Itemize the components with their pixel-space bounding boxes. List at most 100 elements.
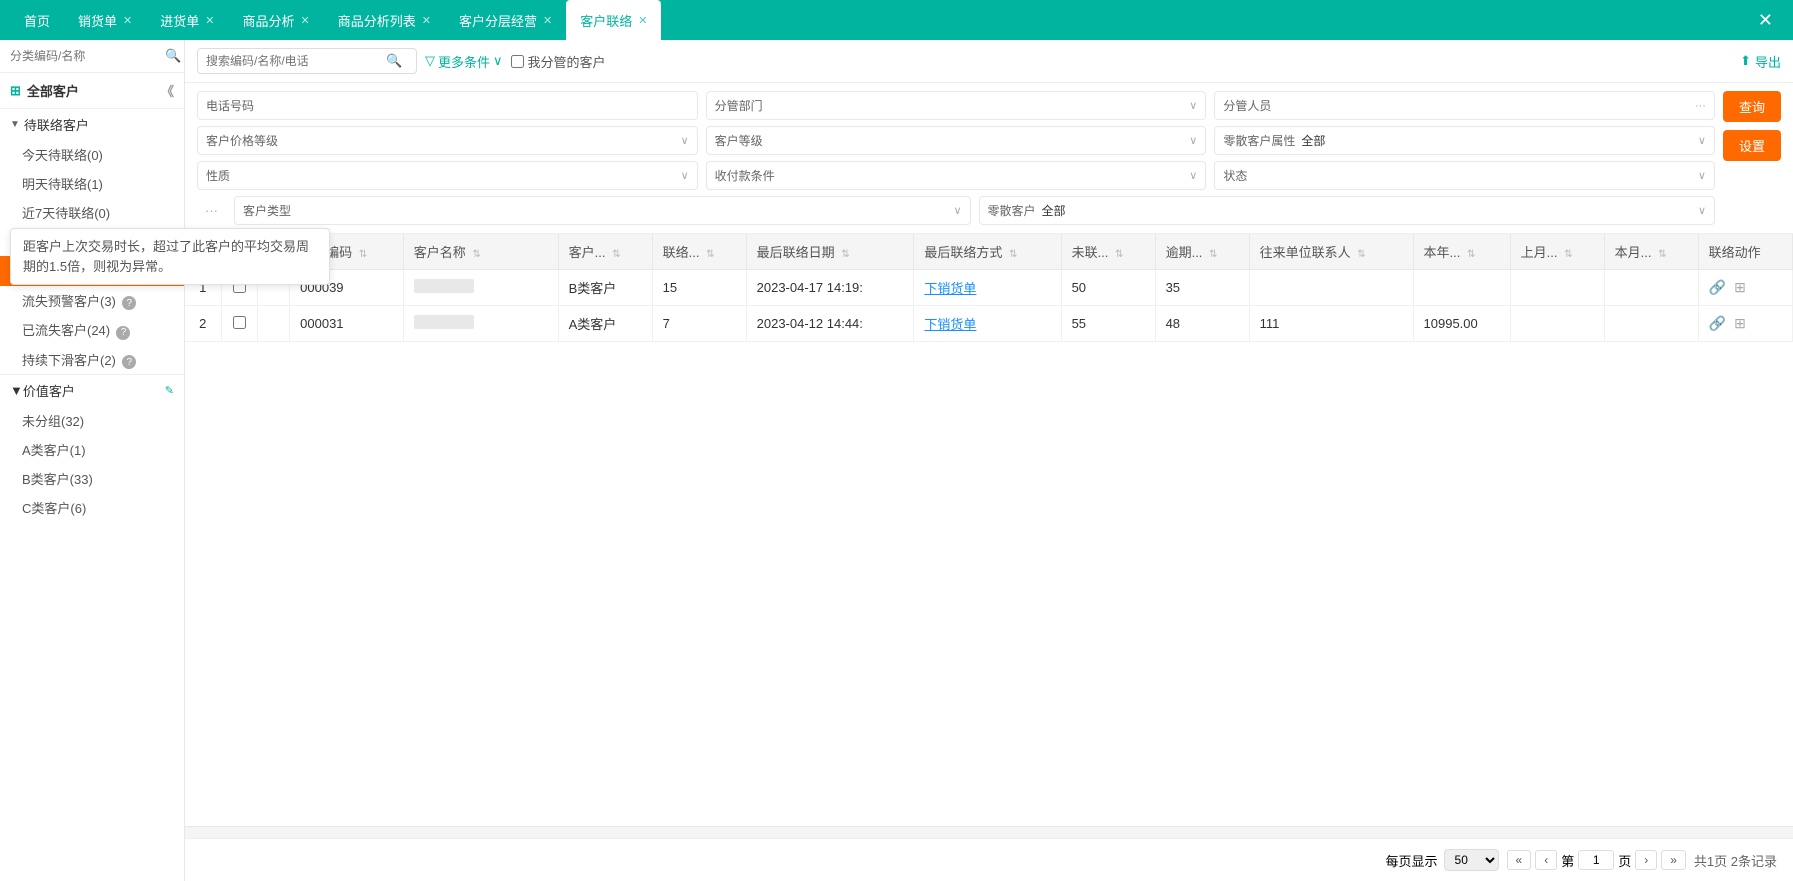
horizontal-scrollbar[interactable]: [185, 826, 1793, 838]
declining-info-icon[interactable]: ?: [122, 355, 136, 369]
sidebar-item-b-class[interactable]: B类客户(33): [0, 464, 184, 493]
customer-type-field[interactable]: 客户类型 ∨: [234, 196, 971, 225]
branch-field[interactable]: 分管部门 ∨: [706, 91, 1207, 120]
row-this-month-1: [1604, 270, 1698, 306]
col-type[interactable]: 客户... ⇅: [558, 234, 652, 270]
nav-customer-tier[interactable]: 客户分层经营 ✕: [445, 0, 566, 40]
churned-info-icon[interactable]: ?: [116, 326, 130, 340]
phone-field[interactable]: 电话号码: [197, 91, 698, 120]
edit-icon[interactable]: ✎: [165, 384, 174, 397]
row-checkbox-2[interactable]: [221, 306, 257, 342]
search-icon[interactable]: 🔍: [386, 53, 402, 69]
sidebar-item-churned[interactable]: 已流失客户(24) ?: [0, 315, 184, 345]
grid-icon: ⊞: [10, 83, 21, 99]
more-filter-btn[interactable]: ▽ 更多条件 ∨: [425, 52, 503, 71]
row-num-2: 2: [185, 306, 221, 342]
nav-home[interactable]: 首页: [10, 0, 64, 40]
sort-contacts-icon: ⇅: [706, 249, 714, 260]
sidebar-item-tomorrow[interactable]: 明天待联络(1): [0, 169, 184, 198]
sort-uncontacted-icon: ⇅: [1115, 249, 1123, 260]
status-field[interactable]: 状态 ∨: [1214, 161, 1715, 190]
sidebar-item-ungroups[interactable]: 未分组(32): [0, 406, 184, 435]
manager-more-icon[interactable]: ···: [1695, 100, 1706, 112]
churn-warning-info-icon[interactable]: ?: [122, 296, 136, 310]
row-uncontacted-2: 55: [1061, 306, 1155, 342]
row-last-date-1: 2023-04-17 14:19:: [746, 270, 914, 306]
col-unit-contact[interactable]: 往来单位联系人 ⇅: [1249, 234, 1413, 270]
close-product-analysis-icon[interactable]: ✕: [301, 14, 310, 27]
row-uncontacted-1: 50: [1061, 270, 1155, 306]
query-button[interactable]: 查询: [1723, 91, 1781, 122]
more-action-icon-2[interactable]: ⊞: [1734, 315, 1746, 332]
first-page-btn[interactable]: «: [1507, 850, 1532, 870]
col-uncontacted[interactable]: 未联... ⇅: [1061, 234, 1155, 270]
row-2-checkbox[interactable]: [233, 316, 246, 329]
close-sales-icon[interactable]: ✕: [123, 14, 132, 27]
nav-sales[interactable]: 销货单 ✕: [64, 0, 146, 40]
pending-contact-group[interactable]: ▼ 待联络客户: [0, 109, 184, 140]
col-last-date[interactable]: 最后联络日期 ⇅: [746, 234, 914, 270]
total-info: 共1页 2条记录: [1694, 851, 1777, 870]
page-number-input[interactable]: [1578, 850, 1614, 870]
sidebar-item-c-class[interactable]: C类客户(6): [0, 493, 184, 522]
app-close-button[interactable]: ✕: [1748, 10, 1783, 31]
nav-product-list[interactable]: 商品分析列表 ✕: [324, 0, 445, 40]
per-page-selector: 每页显示 10 20 50 100: [1386, 849, 1499, 871]
price-level-field[interactable]: 客户价格等级 ∨: [197, 126, 698, 155]
col-this-month[interactable]: 本月... ⇅: [1604, 234, 1698, 270]
manager-field[interactable]: 分管人员 ···: [1214, 91, 1715, 120]
sidebar-item-churn-warning[interactable]: 流失预警客户(3) ?: [0, 286, 184, 316]
customer-level-field[interactable]: 客户等级 ∨: [706, 126, 1207, 155]
next-page-btn[interactable]: ›: [1635, 850, 1657, 870]
col-name[interactable]: 客户名称 ⇅: [403, 234, 558, 270]
collapse-icon[interactable]: 《: [161, 81, 174, 100]
close-purchase-icon[interactable]: ✕: [205, 14, 214, 27]
settings-button[interactable]: 设置: [1723, 130, 1781, 161]
col-overdue[interactable]: 逾期... ⇅: [1155, 234, 1249, 270]
tooltip-box: 距客户上次交易时长，超过了此客户的平均交易周期的1.5倍，则视为异常。: [185, 228, 330, 285]
price-level-dropdown-icon: ∨: [681, 134, 689, 147]
all-customers-section[interactable]: ⊞ 全部客户 《: [0, 73, 184, 109]
sidebar-item-a-class[interactable]: A类客户(1): [0, 435, 184, 464]
row-type-2: A类客户: [558, 306, 652, 342]
filter-row-2: 客户价格等级 ∨ 客户等级 ∨ 零散客户属性 全部 ∨: [197, 126, 1715, 155]
sidebar-search-icon[interactable]: 🔍: [165, 48, 181, 64]
gender-field[interactable]: 性质 ∨: [197, 161, 698, 190]
row-last-way-1[interactable]: 下销货单: [914, 270, 1061, 306]
row-this-year-2: 10995.00: [1413, 306, 1510, 342]
close-customer-contact-icon[interactable]: ✕: [638, 14, 647, 27]
nav-purchase[interactable]: 进货单 ✕: [146, 0, 228, 40]
export-button[interactable]: ⬆ 导出: [1740, 52, 1781, 71]
retail-customer-field[interactable]: 零散客户 全部 ∨: [979, 196, 1716, 225]
col-last-way[interactable]: 最后联络方式 ⇅: [914, 234, 1061, 270]
sidebar-item-declining[interactable]: 持续下滑客户(2) ?: [0, 345, 184, 375]
my-customer-checkbox[interactable]: [511, 55, 524, 68]
row-overdue-1: 35: [1155, 270, 1249, 306]
col-last-month[interactable]: 上月... ⇅: [1510, 234, 1604, 270]
close-product-list-icon[interactable]: ✕: [422, 14, 431, 27]
last-page-btn[interactable]: »: [1661, 850, 1686, 870]
more-action-icon-1[interactable]: ⊞: [1734, 279, 1746, 296]
prev-page-btn[interactable]: ‹: [1535, 850, 1557, 870]
close-customer-tier-icon[interactable]: ✕: [543, 14, 552, 27]
nav-customer-contact[interactable]: 客户联络 ✕: [566, 0, 661, 40]
col-contacts[interactable]: 联络... ⇅: [652, 234, 746, 270]
sort-this-month-icon: ⇅: [1658, 249, 1666, 260]
view-action-icon-2[interactable]: 🔗: [1709, 315, 1726, 332]
search-input[interactable]: [206, 54, 386, 68]
sidebar-item-today[interactable]: 今天待联络(0): [0, 140, 184, 169]
more-conditions-btn[interactable]: ···: [197, 198, 226, 223]
table-header-row: ⚙ 客户编码 ⇅ 客户名称 ⇅ 客户... ⇅: [185, 234, 1793, 270]
retail-attribute-field[interactable]: 零散客户属性 全部 ∨: [1214, 126, 1715, 155]
row-last-way-2[interactable]: 下销货单: [914, 306, 1061, 342]
sidebar-search-input[interactable]: [10, 49, 165, 63]
per-page-select[interactable]: 10 20 50 100: [1444, 849, 1499, 871]
filter-buttons: 查询 设置: [1723, 91, 1781, 161]
payment-terms-field[interactable]: 收付款条件 ∨: [706, 161, 1207, 190]
row-unit-contact-1: [1249, 270, 1413, 306]
nav-product-analysis[interactable]: 商品分析 ✕: [228, 0, 323, 40]
sidebar-item-7days[interactable]: 近7天待联络(0): [0, 198, 184, 227]
col-this-year[interactable]: 本年... ⇅: [1413, 234, 1510, 270]
value-customer-group[interactable]: ▼ 价值客户 ✎: [0, 374, 184, 406]
view-action-icon-1[interactable]: 🔗: [1709, 279, 1726, 296]
